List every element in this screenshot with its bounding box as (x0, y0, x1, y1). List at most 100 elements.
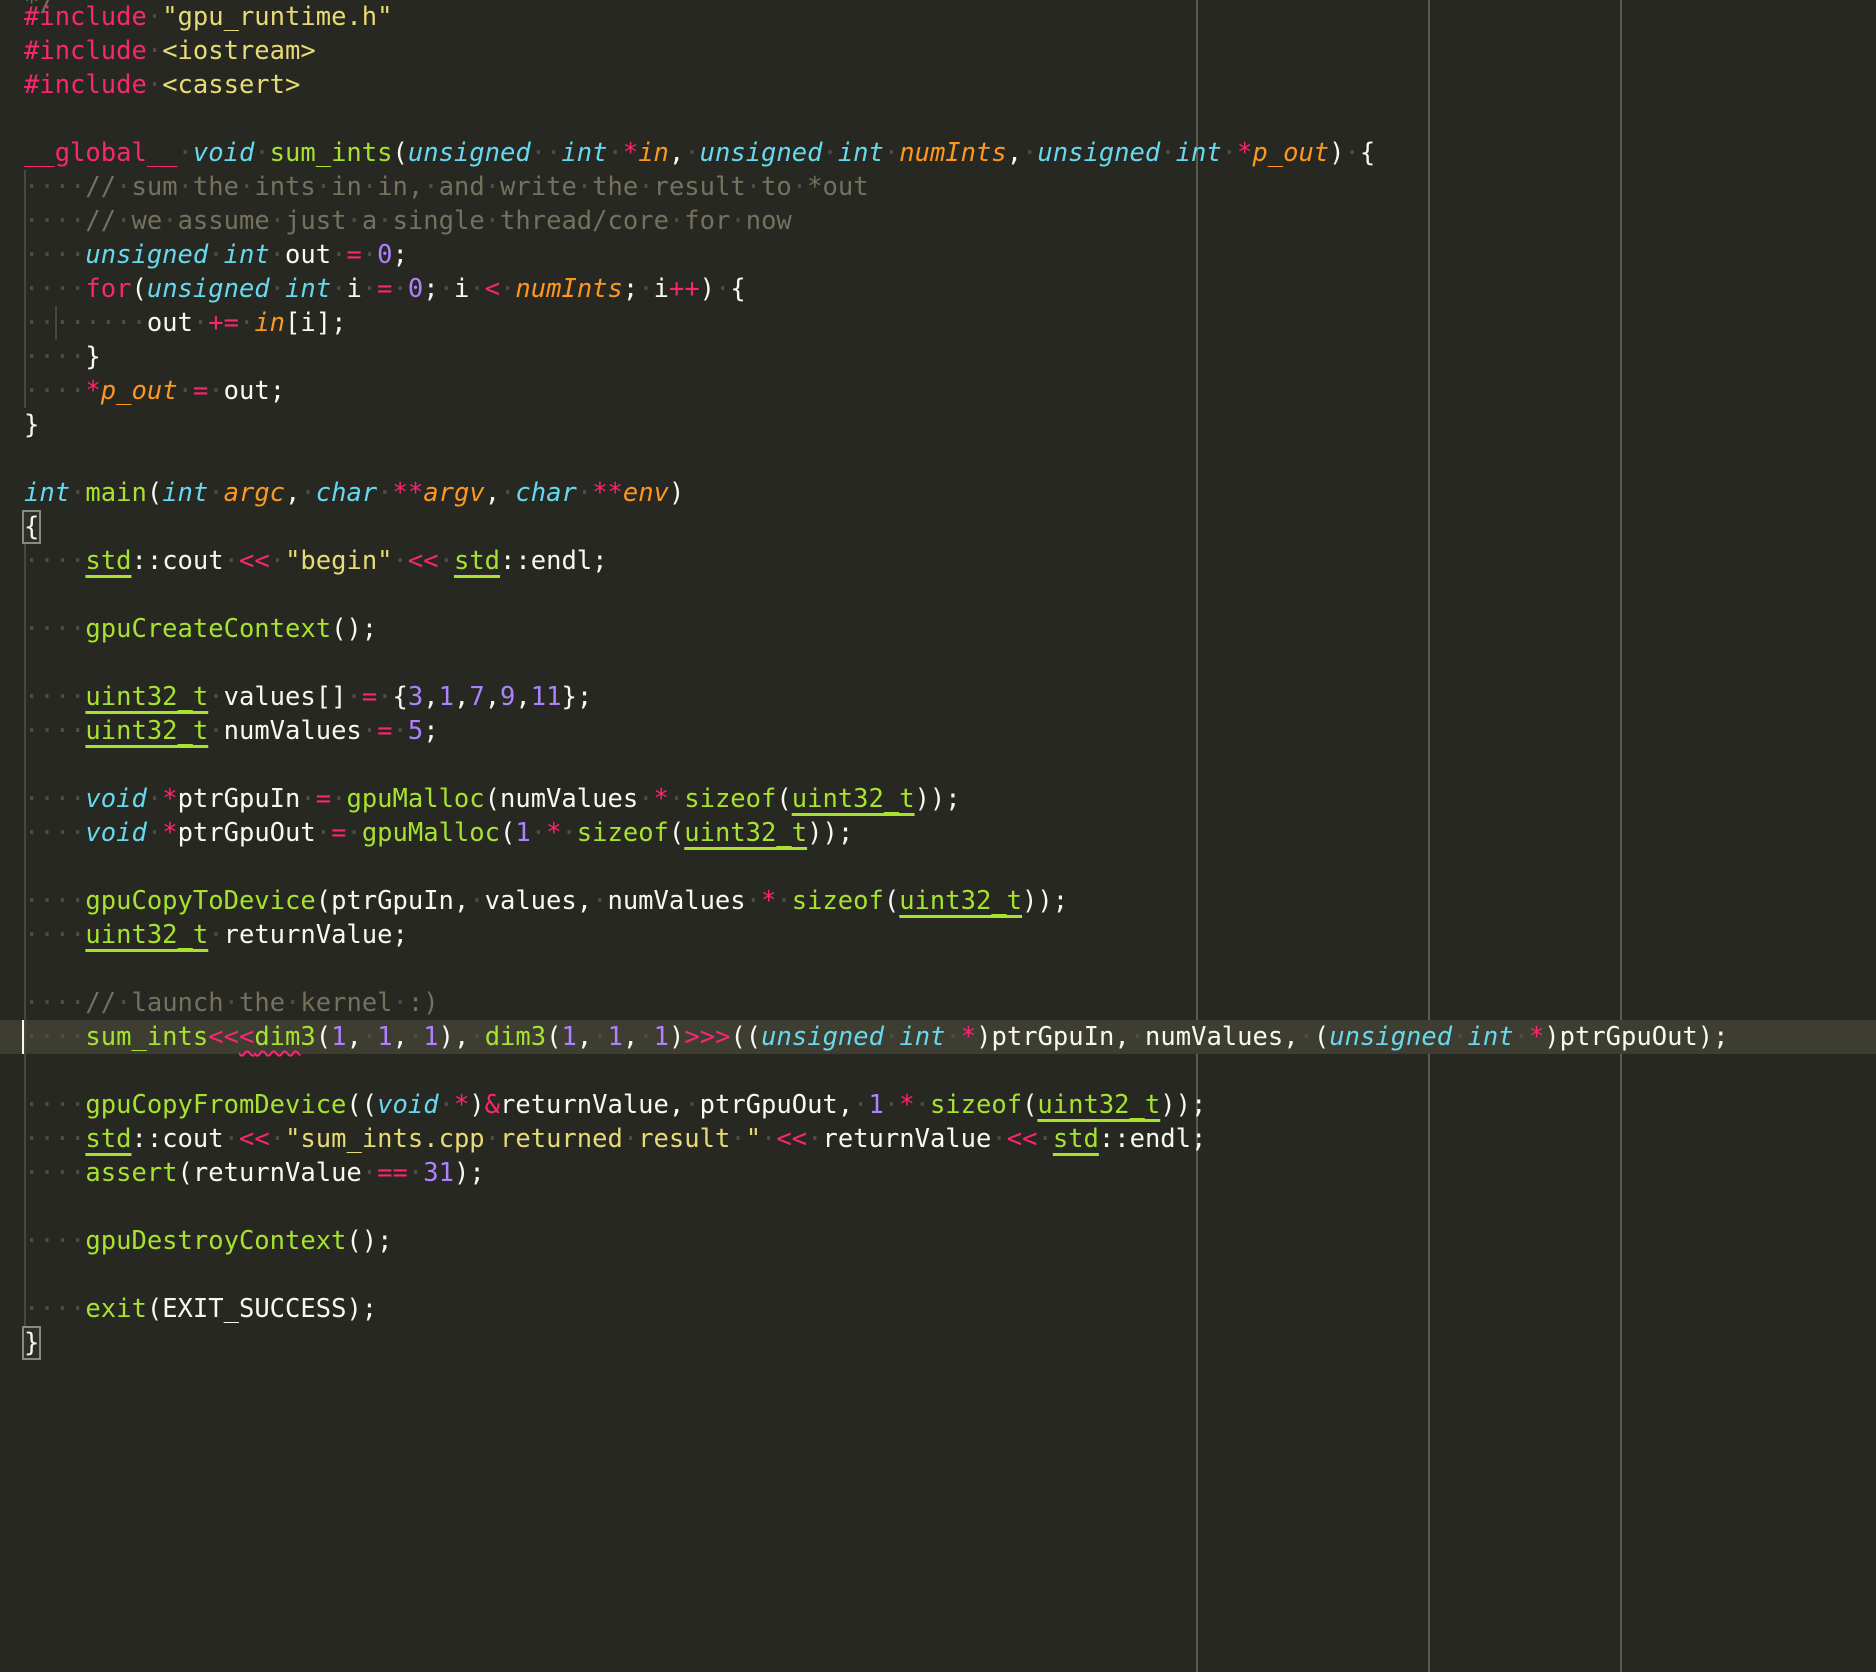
code-line[interactable]: ····gpuDestroyContext(); (0, 1224, 1876, 1258)
indent-guide (24, 544, 26, 1326)
operator: < (423, 546, 438, 576)
punctuation: , (454, 1022, 469, 1052)
whitespace-dot: · (331, 274, 346, 304)
operator: = (193, 376, 208, 406)
whitespace-dot: · (915, 1090, 930, 1120)
code-line[interactable]: ····std::cout·<<·"sum_ints.cpp·returned·… (0, 1122, 1876, 1156)
function-name: gpuCreateContext (85, 614, 331, 644)
whitespace-dot: · (884, 138, 899, 168)
code-line[interactable]: ····//·we·assume·just·a·single·thread/co… (0, 204, 1876, 238)
whitespace-dot: ···· (24, 716, 85, 746)
code-editor[interactable]: */#include·"gpu_runtime.h"#include·<iost… (0, 0, 1876, 1672)
whitespace-dot: · (439, 1090, 454, 1120)
code-line[interactable]: ····uint32_t·numValues·=·5; (0, 714, 1876, 748)
identifier: numValues (500, 784, 638, 814)
punctuation: , (838, 1090, 853, 1120)
code-line[interactable]: ········out·+=·in[i]; (0, 306, 1876, 340)
code-line[interactable]: } (0, 408, 1876, 442)
function-name: gpuMalloc (346, 784, 484, 814)
code-line[interactable]: ····uint32_t·returnValue; (0, 918, 1876, 952)
code-line[interactable] (0, 578, 1876, 612)
code-line[interactable]: ····void·*ptrGpuOut·=·gpuMalloc(1·*·size… (0, 816, 1876, 850)
punctuation: ( (346, 1090, 361, 1120)
code-line[interactable]: #include·"gpu_runtime.h" (0, 0, 1876, 34)
keyword: __global__ (24, 138, 178, 168)
preprocessor-directive: #include (24, 2, 147, 32)
punctuation: ; (623, 274, 638, 304)
code-line[interactable] (0, 1190, 1876, 1224)
punctuation: ) (822, 818, 837, 848)
number-literal: 3 (408, 682, 423, 712)
code-line[interactable]: ····std::cout·<<·"begin"·<<·std::endl; (0, 544, 1876, 578)
operator: < (239, 546, 254, 576)
code-line[interactable]: #include·<iostream> (0, 34, 1876, 68)
punctuation: , (669, 138, 684, 168)
parameter-name: argc (224, 478, 285, 508)
code-line[interactable] (0, 442, 1876, 476)
code-line[interactable]: ····assert(returnValue·==·31); (0, 1156, 1876, 1190)
code-line[interactable] (0, 748, 1876, 782)
code-line[interactable]: ····gpuCopyFromDevice((void·*)&returnVal… (0, 1088, 1876, 1122)
whitespace-dot: · (746, 886, 761, 916)
code-line[interactable]: ····unsigned·int·out·=·0; (0, 238, 1876, 272)
code-line[interactable]: #include·<cassert> (0, 68, 1876, 102)
punctuation: ) (807, 818, 822, 848)
whitespace-dot: ···· (24, 1124, 85, 1154)
punctuation: , (485, 478, 500, 508)
whitespace-dot: · (945, 1022, 960, 1052)
code-content[interactable]: */#include·"gpu_runtime.h"#include·<iost… (0, 0, 1876, 1360)
punctuation: ) (454, 1158, 469, 1188)
type-name: int (899, 1022, 945, 1052)
code-line[interactable]: ····//·sum·the·ints·in·in,·and·write·the… (0, 170, 1876, 204)
whitespace-dot: · (208, 376, 223, 406)
code-line[interactable]: ····void·*ptrGpuIn·=·gpuMalloc(numValues… (0, 782, 1876, 816)
punctuation: , (623, 1022, 638, 1052)
type-name: void (85, 818, 146, 848)
include-path: <iostream> (162, 36, 316, 66)
code-line[interactable]: ····exit(EXIT_SUCCESS); (0, 1292, 1876, 1326)
code-line[interactable]: ····//·launch·the·kernel·:) (0, 986, 1876, 1020)
number-literal: 11 (531, 682, 562, 712)
preprocessor-directive: #include (24, 70, 147, 100)
code-line[interactable]: ····} (0, 340, 1876, 374)
operator: < (224, 1022, 239, 1052)
whitespace-dot: · (178, 376, 193, 406)
punctuation: : (131, 546, 146, 576)
whitespace-dot: ···· (24, 240, 85, 270)
operator: > (700, 1022, 715, 1052)
punctuation: , (346, 1022, 361, 1052)
whitespace-dot: · (224, 546, 239, 576)
code-line[interactable] (0, 1054, 1876, 1088)
code-line[interactable]: ····*p_out·=·out; (0, 374, 1876, 408)
type-name: unsigned (700, 138, 823, 168)
punctuation: ( (546, 1022, 561, 1052)
code-line[interactable]: ····gpuCopyToDevice(ptrGpuIn,·values,·nu… (0, 884, 1876, 918)
whitespace-dot: · (638, 1022, 653, 1052)
whitespace-dot: · (178, 138, 193, 168)
punctuation: ( (316, 886, 331, 916)
code-line[interactable] (0, 850, 1876, 884)
punctuation: ( (147, 478, 162, 508)
code-line[interactable]: ····gpuCreateContext(); (0, 612, 1876, 646)
whitespace-dot: ···· (24, 784, 85, 814)
code-line[interactable]: } (0, 1326, 1876, 1360)
code-line[interactable]: { (0, 510, 1876, 544)
code-line[interactable]: int·main(int·argc,·char·**argv,·char·**e… (0, 476, 1876, 510)
code-line[interactable]: ····for(unsigned·int·i·=·0;·i·<·numInts;… (0, 272, 1876, 306)
punctuation: ; (1191, 1124, 1206, 1154)
code-line[interactable] (0, 102, 1876, 136)
code-line[interactable] (0, 646, 1876, 680)
code-line[interactable]: ····uint32_t·values[]·=·{3,1,7,9,11}; (0, 680, 1876, 714)
operator: < (254, 546, 269, 576)
current-line[interactable]: ····sum_ints<<<dim3(1,·1,·1),·dim3(1,·1,… (0, 1020, 1876, 1054)
punctuation: ) (669, 478, 684, 508)
parameter-name: env (623, 478, 669, 508)
code-line[interactable] (0, 952, 1876, 986)
type-name: unsigned (147, 274, 270, 304)
identifier: i (454, 274, 469, 304)
stream-member: cout (162, 546, 223, 576)
code-line[interactable] (0, 1258, 1876, 1292)
namespace-std: std (454, 546, 500, 576)
code-line[interactable]: __global__·void·sum_ints(unsigned··int·*… (0, 136, 1876, 170)
type-name: int (838, 138, 884, 168)
